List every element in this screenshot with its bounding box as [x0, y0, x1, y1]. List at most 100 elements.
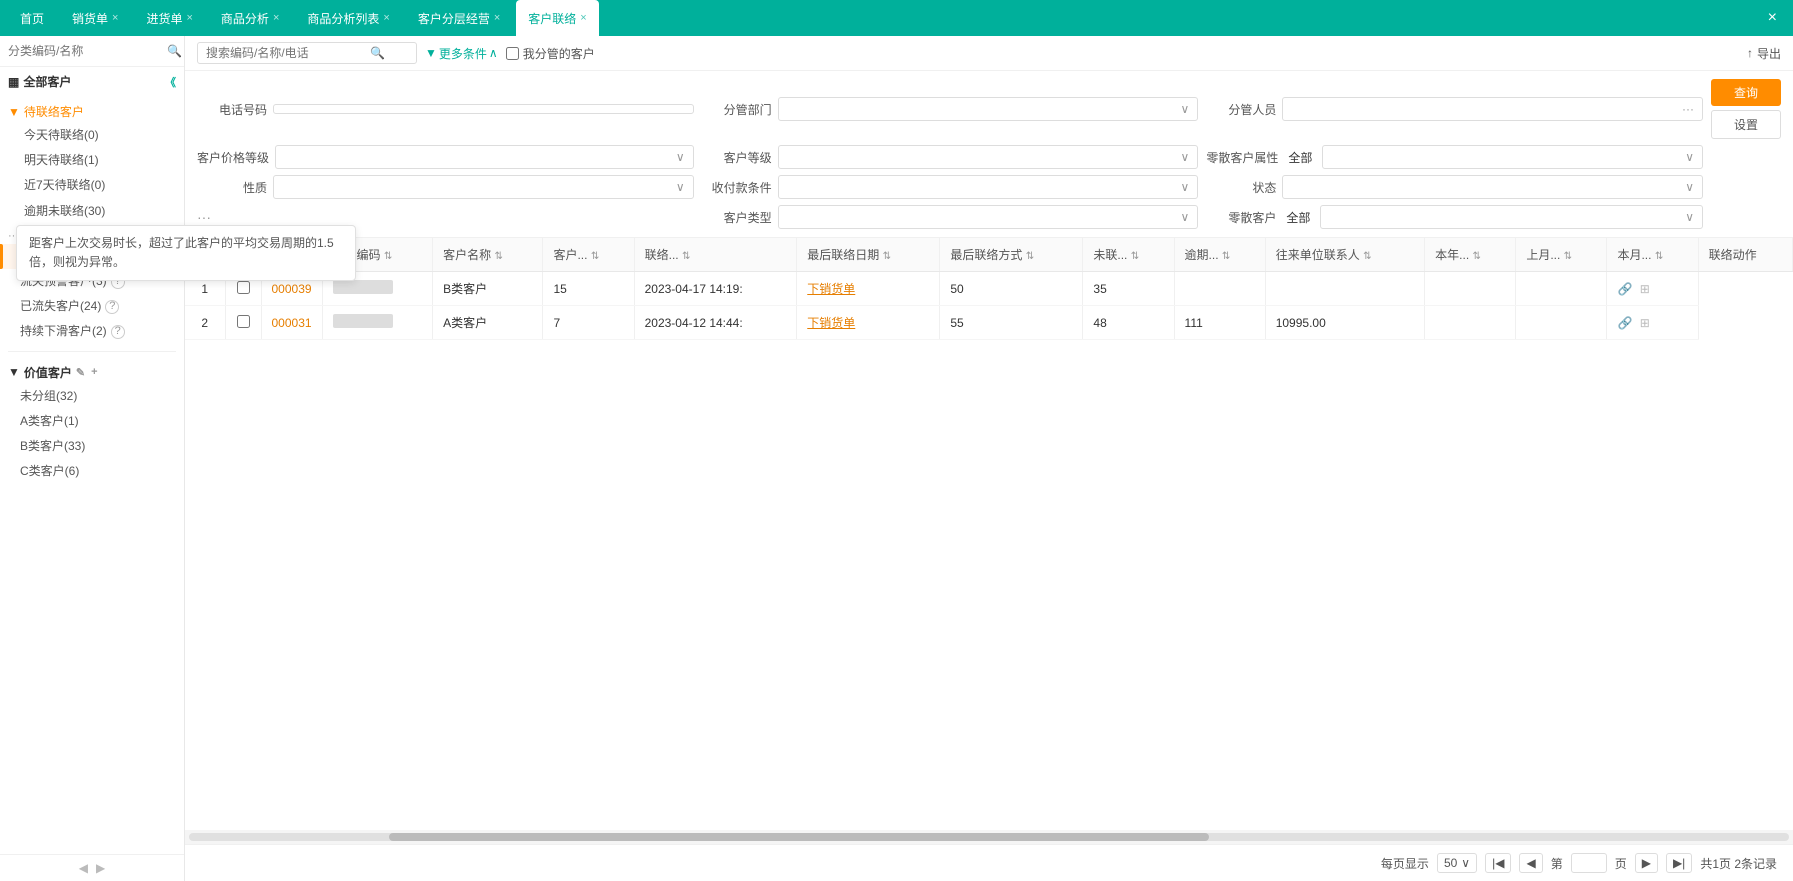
- name-sort-icon[interactable]: ⇅: [495, 251, 503, 262]
- row2-actions: 🔗 ⊞: [1607, 306, 1698, 340]
- method-sort-icon[interactable]: ⇅: [1026, 251, 1034, 262]
- sidebar-pending-title[interactable]: ▼ 待联络客户: [8, 100, 176, 123]
- sidebar-item-ungrouped[interactable]: 未分组(32): [0, 384, 184, 409]
- overdue-sort-icon[interactable]: ⇅: [1222, 251, 1230, 262]
- col-header-last-contact-date: 最后联络日期 ⇅: [797, 238, 940, 272]
- row2-num: 2: [185, 306, 225, 340]
- contact-count-sort-icon[interactable]: ⇅: [682, 251, 690, 262]
- col-header-last-month: 上月... ⇅: [1516, 238, 1607, 272]
- dept-select[interactable]: ∨: [778, 97, 1199, 121]
- more-dots-btn[interactable]: ···: [197, 209, 211, 225]
- code-sort-icon[interactable]: ⇅: [384, 251, 392, 262]
- row2-grid-icon[interactable]: ⊞: [1640, 316, 1650, 330]
- close-icon[interactable]: ×: [580, 12, 586, 24]
- status-caret: ∨: [1685, 180, 1694, 194]
- sidebar-item-class-b[interactable]: B类客户(33): [0, 434, 184, 459]
- row2-check[interactable]: [225, 306, 261, 340]
- row1-this-month: [1516, 272, 1607, 306]
- row2-last-method[interactable]: 下销货单: [797, 306, 940, 340]
- sidebar-item-lost[interactable]: 已流失客户(24) ?: [0, 294, 184, 319]
- phone-input[interactable]: [273, 104, 694, 114]
- first-page-btn[interactable]: |◀: [1485, 853, 1511, 873]
- filter-search-icon[interactable]: 🔍: [370, 46, 385, 60]
- row1-last-method[interactable]: 下销货单: [797, 272, 940, 306]
- nav-tab-analysis-list[interactable]: 商品分析列表 ×: [295, 0, 401, 36]
- nav-tab-analysis[interactable]: 商品分析 ×: [209, 0, 291, 36]
- sidebar-item-declining[interactable]: 持续下滑客户(2) ?: [0, 319, 184, 344]
- sidebar-item-class-c[interactable]: C类客户(6): [0, 459, 184, 484]
- close-icon[interactable]: ×: [383, 12, 389, 24]
- my-customers-checkbox[interactable]: [506, 47, 519, 60]
- zero-customer-select[interactable]: ∨: [1322, 145, 1703, 169]
- row2-checkbox[interactable]: [237, 315, 250, 328]
- zero-customer-right-select[interactable]: ∨: [1320, 205, 1703, 229]
- close-icon[interactable]: ×: [273, 12, 279, 24]
- filter-search-input[interactable]: [206, 46, 366, 60]
- date-sort-icon[interactable]: ⇅: [883, 251, 891, 262]
- close-icon[interactable]: ×: [186, 12, 192, 24]
- setting-button[interactable]: 设置: [1711, 110, 1781, 139]
- row2-link-icon[interactable]: 🔗: [1617, 316, 1632, 330]
- unpaid-sort-icon[interactable]: ⇅: [1131, 251, 1139, 262]
- this-month-sort-icon[interactable]: ⇅: [1655, 251, 1663, 262]
- payment-select[interactable]: ∨: [778, 175, 1199, 199]
- type-sort-icon[interactable]: ⇅: [591, 251, 599, 262]
- person-select[interactable]: ···: [1282, 97, 1703, 121]
- sidebar-item-overdue[interactable]: 逾期未联络(30): [8, 199, 176, 224]
- sidebar-item-7days[interactable]: 近7天待联络(0): [8, 173, 176, 198]
- sidebar-item-class-a[interactable]: A类客户(1): [0, 409, 184, 434]
- row2-company-contact: 111: [1174, 306, 1265, 340]
- gender-caret: ∨: [676, 180, 685, 194]
- row1-grid-icon[interactable]: ⊞: [1640, 282, 1650, 296]
- gender-select[interactable]: ∨: [273, 175, 694, 199]
- page-number-input[interactable]: 1: [1571, 853, 1607, 873]
- more-conditions-btn[interactable]: ▼ 更多条件 ∧: [425, 45, 498, 62]
- nav-tab-sales[interactable]: 销货单 ×: [60, 0, 130, 36]
- export-button[interactable]: ↑ 导出: [1747, 45, 1781, 62]
- sidebar-item-tomorrow[interactable]: 明天待联络(1): [8, 148, 176, 173]
- query-button[interactable]: 查询: [1711, 79, 1781, 106]
- nav-tab-home[interactable]: 首页: [8, 0, 56, 36]
- customer-type-label: 客户类型: [702, 209, 772, 226]
- window-close-button[interactable]: ×: [1760, 9, 1785, 27]
- row2-code[interactable]: 000031: [261, 306, 322, 340]
- customer-type-select[interactable]: ∨: [778, 205, 1199, 229]
- status-select[interactable]: ∨: [1282, 175, 1703, 199]
- close-icon[interactable]: ×: [494, 12, 500, 24]
- this-year-sort-icon[interactable]: ⇅: [1473, 251, 1481, 262]
- price-level-select[interactable]: ∨: [275, 145, 694, 169]
- scroll-right-btn[interactable]: ▶: [96, 861, 105, 875]
- scroll-thumb[interactable]: [389, 833, 1209, 841]
- tooltip-text: 距客户上次交易时长，超过了此客户的平均交易周期的1.5倍，则视为异常。: [29, 236, 334, 269]
- lost-help-icon[interactable]: ?: [105, 300, 119, 314]
- collapse-icon[interactable]: 《: [165, 74, 176, 90]
- per-page-select[interactable]: 50 ∨: [1437, 853, 1477, 873]
- my-customers-checkbox-area[interactable]: 我分管的客户: [506, 45, 595, 62]
- prev-page-btn[interactable]: ◀: [1519, 853, 1542, 873]
- close-icon[interactable]: ×: [112, 12, 118, 24]
- sidebar-all-customers[interactable]: ▦ 全部客户 《: [0, 67, 184, 96]
- scroll-left-btn[interactable]: ◀: [79, 861, 88, 875]
- last-page-btn[interactable]: ▶|: [1666, 853, 1692, 873]
- nav-tab-purchase[interactable]: 进货单 ×: [134, 0, 204, 36]
- status-label: 状态: [1206, 179, 1276, 196]
- nav-tab-customer-contact[interactable]: 客户联络 ×: [516, 0, 598, 36]
- nav-tab-customer-tier[interactable]: 客户分层经营 ×: [406, 0, 512, 36]
- row1-method-link[interactable]: 下销货单: [807, 282, 855, 296]
- add-icon[interactable]: +: [91, 366, 97, 378]
- horizontal-scrollbar[interactable]: [185, 830, 1793, 844]
- sidebar-item-today[interactable]: 今天待联络(0): [8, 123, 176, 148]
- sidebar-search-input[interactable]: [8, 44, 163, 58]
- row1-link-icon[interactable]: 🔗: [1617, 282, 1632, 296]
- next-page-btn[interactable]: ▶: [1635, 853, 1658, 873]
- last-month-sort-icon[interactable]: ⇅: [1564, 251, 1572, 262]
- declining-help-icon[interactable]: ?: [111, 325, 125, 339]
- row2-method-link[interactable]: 下销货单: [807, 316, 855, 330]
- company-sort-icon[interactable]: ⇅: [1363, 251, 1371, 262]
- edit-icon[interactable]: ✎: [76, 366, 85, 379]
- customer-level-select[interactable]: ∨: [778, 145, 1199, 169]
- row1-checkbox[interactable]: [237, 281, 250, 294]
- col-header-action: 联络动作: [1698, 238, 1792, 272]
- row1-type: B类客户: [433, 272, 543, 306]
- sidebar-search-icon[interactable]: 🔍: [167, 44, 182, 58]
